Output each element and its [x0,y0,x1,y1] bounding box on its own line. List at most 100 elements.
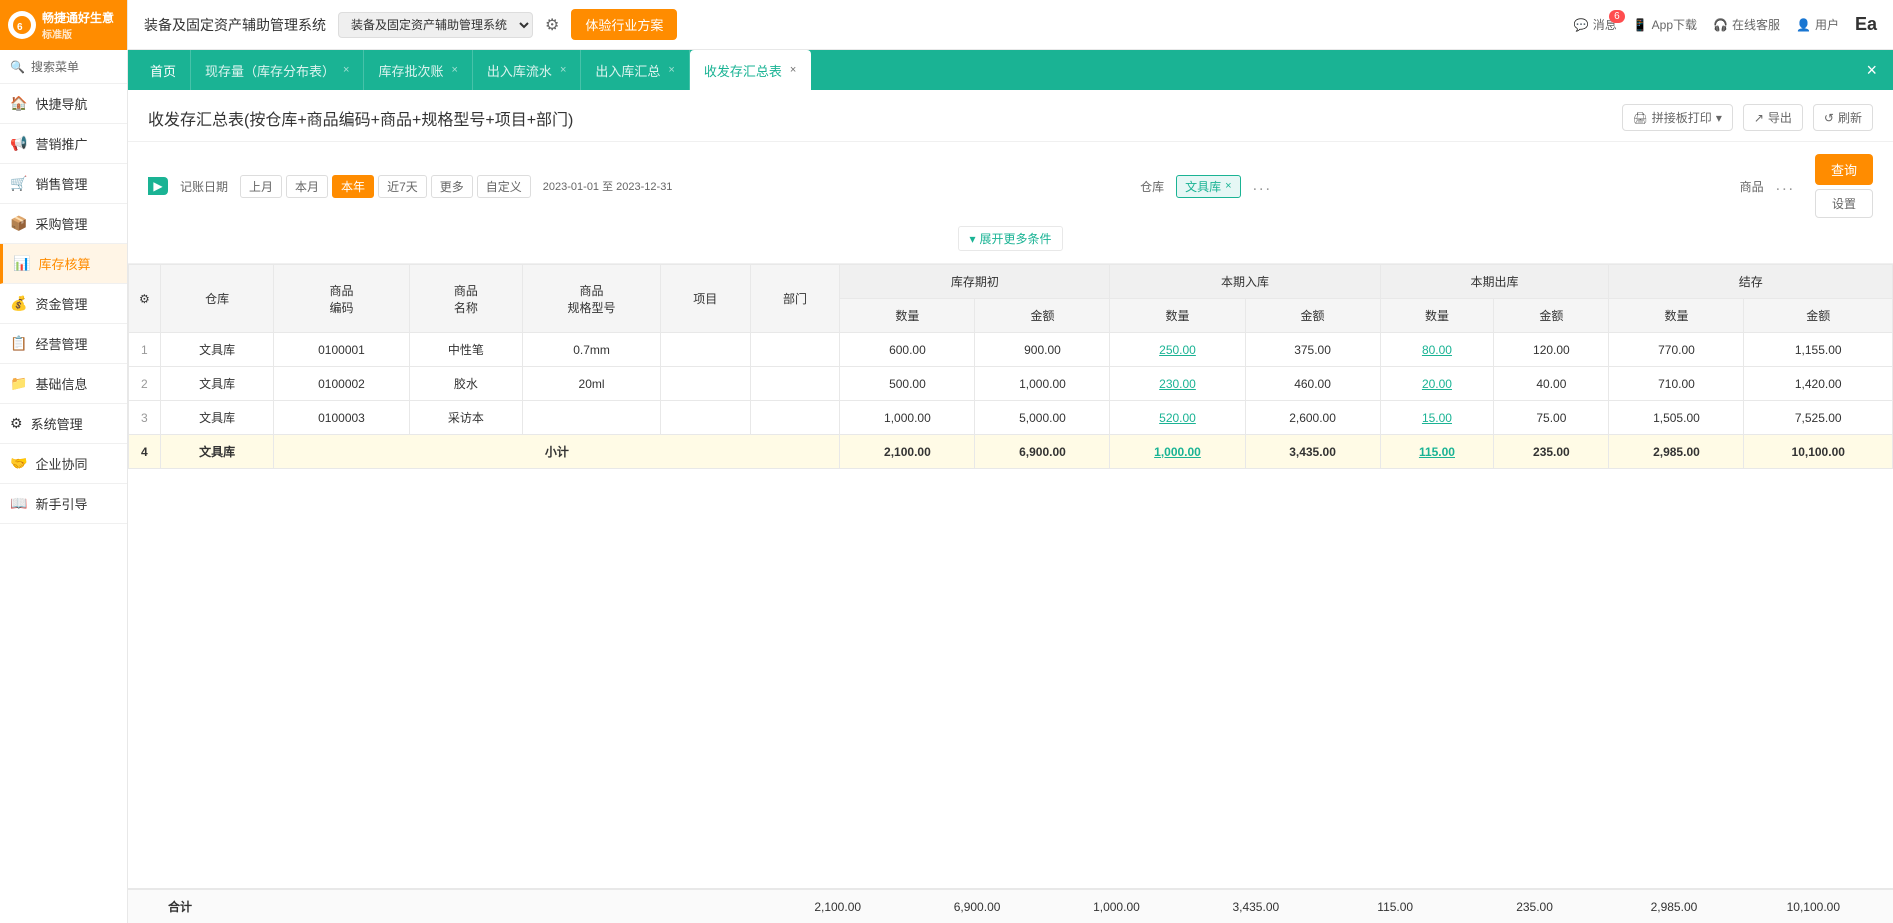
system-select[interactable]: 装备及固定资产辅助管理系统 [338,12,533,38]
col-goods-name: 中性笔 [409,333,523,367]
tab-inout-flow-close[interactable]: × [560,64,566,76]
col-opening-qty: 1,000.00 [840,401,975,435]
app-download-action[interactable]: 📱 App下载 [1633,16,1697,33]
page-content: 收发存汇总表(按仓库+商品编码+商品+规格型号+项目+部门) 🖨 拼接板打印 ▾… [128,90,1893,923]
tab-receipt-summary-close[interactable]: × [790,64,796,76]
th-opening-amt: 金额 [975,299,1110,333]
user-action[interactable]: 👤 用户 [1796,16,1839,33]
table-row: 1 文具库 0100001 中性笔 0.7mm 600.00 900.00 25… [129,333,1893,367]
header-actions: 💬 消息 6 📱 App下载 🎧 在线客服 👤 用户 Ea [1574,14,1877,35]
subtotal-warehouse: 文具库 [160,435,274,469]
expand-conditions-button[interactable]: ▾ 展开更多条件 [958,226,1062,251]
basic-icon: 📁 [10,375,27,392]
sidebar-item-purchase[interactable]: 📦 采购管理 [0,204,127,244]
sidebar-item-basic[interactable]: 📁 基础信息 [0,364,127,404]
tab-inventory-dist-close[interactable]: × [343,64,349,76]
col-balance-qty: 1,505.00 [1609,401,1744,435]
date-range: 2023-01-01 至 2023-12-31 [543,178,673,194]
tab-inout-summary-label: 出入库汇总 [595,61,660,80]
table-row: 3 文具库 0100003 采访本 1,000.00 5,000.00 520.… [129,401,1893,435]
sidebar-item-system[interactable]: ⚙ 系统管理 [0,404,127,444]
col-in-amt: 375.00 [1245,333,1380,367]
warehouse-label: 仓库 [1140,178,1164,195]
subtotal-in-qty[interactable]: 1,000.00 [1110,435,1245,469]
date-btn-7days[interactable]: 近7天 [378,175,427,198]
page-header-actions: 🖨 拼接板打印 ▾ ↗ 导出 ↺ 刷新 [1622,104,1873,131]
warehouse-filter-dots[interactable]: ... [1253,177,1272,195]
search-menu-item[interactable]: 🔍 搜索菜单 [0,50,127,84]
col-out-qty[interactable]: 80.00 [1380,333,1494,367]
th-in-qty: 数量 [1110,299,1245,333]
subtotal-balance-qty: 2,985.00 [1609,435,1744,469]
col-in-qty[interactable]: 250.00 [1110,333,1245,367]
col-goods-code: 0100002 [274,367,409,401]
date-btn-custom[interactable]: 自定义 [477,175,531,198]
refresh-button[interactable]: ↺ 刷新 [1813,104,1873,131]
sidebar-item-marketing[interactable]: 📢 营销推广 [0,124,127,164]
data-table: ⚙ 仓库 商品编码 商品名称 商品规格型号 项目 部门 库存期初 本期入库 本期… [128,264,1893,469]
message-action[interactable]: 💬 消息 6 [1574,16,1617,33]
total-in-qty: 1,000.00 [1047,900,1186,914]
tab-bar: 首页 现存量（库存分布表） × 库存批次账 × 出入库流水 × 出入库汇总 × … [128,50,1893,90]
top-header: 装备及固定资产辅助管理系统 装备及固定资产辅助管理系统 ⚙ 体验行业方案 💬 消… [128,0,1893,50]
online-support-action[interactable]: 🎧 在线客服 [1713,16,1780,33]
sidebar-item-operation[interactable]: 📋 经营管理 [0,324,127,364]
sidebar-item-inventory[interactable]: 📊 库存核算 [0,244,127,284]
sidebar-item-quick-nav[interactable]: 🏠 快捷导航 [0,84,127,124]
tab-inout-summary[interactable]: 出入库汇总 × [581,50,689,90]
tab-batch-close[interactable]: × [451,64,457,76]
date-btn-this-year[interactable]: 本年 [332,175,374,198]
tab-receipt-summary[interactable]: 收发存汇总表 × [690,50,811,90]
tab-bar-close[interactable]: × [1858,60,1885,81]
filter-toggle[interactable]: ▶ [148,177,168,195]
th-balance-amt: 金额 [1744,299,1893,333]
col-out-qty[interactable]: 20.00 [1380,367,1494,401]
total-in-amt: 3,435.00 [1186,900,1325,914]
tab-inout-summary-close[interactable]: × [668,64,674,76]
gear-button[interactable]: ⚙ [545,15,559,35]
goods-filter-dots[interactable]: ... [1776,177,1795,195]
sidebar-item-label: 快捷导航 [35,94,87,113]
col-out-amt: 40.00 [1494,367,1609,401]
sidebar-item-finance[interactable]: 💰 资金管理 [0,284,127,324]
col-in-qty[interactable]: 520.00 [1110,401,1245,435]
th-department: 部门 [750,265,840,333]
sidebar-item-sales[interactable]: 🛒 销售管理 [0,164,127,204]
date-btn-this-month[interactable]: 本月 [286,175,328,198]
tab-inventory-dist[interactable]: 现存量（库存分布表） × [191,50,364,90]
settings-button[interactable]: 设置 [1815,189,1873,218]
col-goods-spec [523,401,661,435]
subtotal-label: 小计 [274,435,840,469]
tab-home[interactable]: 首页 [136,50,191,90]
col-in-qty[interactable]: 230.00 [1110,367,1245,401]
sidebar-item-enterprise[interactable]: 🤝 企业协同 [0,444,127,484]
goods-label: 商品 [1740,178,1764,195]
experience-button[interactable]: 体验行业方案 [571,9,677,40]
app-download-label: App下载 [1652,16,1697,33]
warehouse-tag-close[interactable]: × [1225,180,1231,192]
export-button[interactable]: ↗ 导出 [1743,104,1803,131]
date-btn-more[interactable]: 更多 [431,175,473,198]
warehouse-tag[interactable]: 文具库 × [1176,175,1240,198]
online-support-label: 在线客服 [1732,16,1780,33]
col-out-qty[interactable]: 15.00 [1380,401,1494,435]
col-warehouse: 文具库 [160,401,274,435]
tab-batch[interactable]: 库存批次账 × [364,50,472,90]
col-warehouse: 文具库 [160,333,274,367]
search-icon: 🔍 [10,60,25,74]
date-btn-last-month[interactable]: 上月 [240,175,282,198]
subtotal-out-amt: 235.00 [1494,435,1609,469]
col-goods-code: 0100001 [274,333,409,367]
print-icon: 🖨 [1633,111,1648,125]
filter-row-1: ▶ 记账日期 上月 本月 本年 近7天 更多 自定义 2023-01-01 至 … [148,154,1873,218]
sidebar-item-guide[interactable]: 📖 新手引导 [0,484,127,524]
sidebar: 6 畅捷通好生意 标准版 🔍 搜索菜单 🏠 快捷导航 📢 营销推广 🛒 销售管理… [0,0,128,923]
total-opening-amt: 6,900.00 [907,900,1046,914]
tab-inout-flow[interactable]: 出入库流水 × [473,50,581,90]
query-button[interactable]: 查询 [1815,154,1873,185]
th-group-balance: 结存 [1609,265,1893,299]
subtotal-out-qty[interactable]: 115.00 [1380,435,1494,469]
print-button[interactable]: 🖨 拼接板打印 ▾ [1622,104,1733,131]
th-settings[interactable]: ⚙ [129,265,161,333]
table-footer: 合计 2,100.00 6,900.00 1,000.00 3,435.00 1… [128,888,1893,923]
